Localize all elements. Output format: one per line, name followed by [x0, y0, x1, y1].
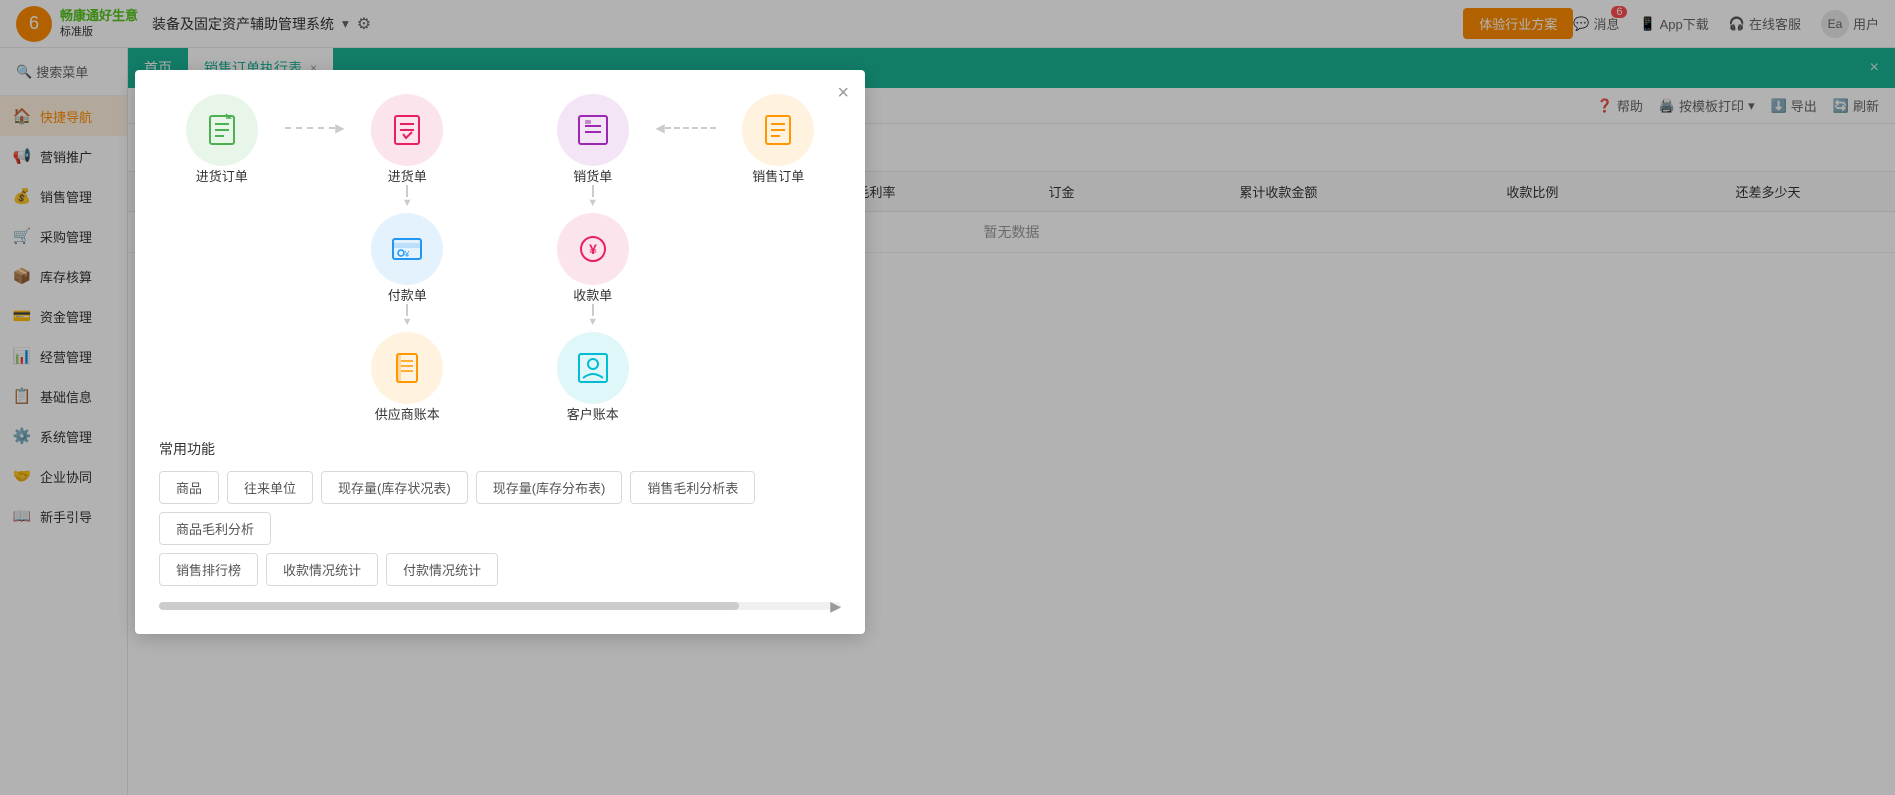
flow-node-supplier-book: 供应商账本 [345, 332, 471, 423]
receive-icon[interactable]: ¥ [557, 213, 629, 285]
func-btn-product[interactable]: 商品 [159, 471, 219, 504]
purchase-bill-icon[interactable] [371, 94, 443, 166]
common-functions-title: 常用功能 [159, 439, 841, 459]
supplier-book-label: 供应商账本 [375, 404, 440, 423]
customer-book-icon[interactable] [557, 332, 629, 404]
flow-arrows-row-2: ▼ ▼ [159, 304, 841, 332]
arrow-h-1: ▶ [285, 121, 345, 159]
common-functions: 常用功能 商品 往来单位 现存量(库存状况表) 现存量(库存分布表) 销售毛利分… [159, 439, 841, 586]
arrow-h-2: ◀ [656, 121, 716, 159]
payment-svg: ¥ [389, 231, 425, 267]
customer-book-label: 客户账本 [567, 404, 619, 423]
func-buttons-row-1: 商品 往来单位 现存量(库存状况表) 现存量(库存分布表) 销售毛利分析表 商品… [159, 471, 841, 545]
spacer-1 [470, 128, 530, 152]
func-btn-payment-stats[interactable]: 付款情况统计 [386, 553, 498, 586]
modal-scrollbar[interactable]: ▶ [159, 602, 841, 610]
purchase-bill-label: 进货单 [388, 166, 427, 185]
flow-row-3: 供应商账本 客户账本 [159, 332, 841, 423]
supplier-book-svg [389, 350, 425, 386]
flow-node-sale-order: 销售订单 [716, 94, 842, 185]
flow-row-1: 进货订单 ▶ 进货单 销货单 [159, 94, 841, 185]
purchase-bill-svg [389, 112, 425, 148]
v-arrow-receive: ▼ [530, 304, 656, 328]
payment-label: 付款单 [388, 285, 427, 304]
modal-close-btn[interactable]: × [837, 82, 849, 105]
purchase-order-label: 进货订单 [196, 166, 248, 185]
func-btn-sales-rank[interactable]: 销售排行榜 [159, 553, 258, 586]
v-arrow-purchase: ▼ [345, 185, 471, 209]
flow-row-2: ¥ 付款单 ¥ 收款单 [159, 213, 841, 304]
flow-node-payment: ¥ 付款单 [345, 213, 471, 304]
func-btn-stock-status[interactable]: 现存量(库存状况表) [321, 471, 468, 504]
modal-overlay[interactable]: × 进货订单 ▶ 进货单 [0, 0, 1895, 795]
sale-order-label: 销售订单 [752, 166, 804, 185]
sale-bill-svg [575, 112, 611, 148]
func-btn-product-margin[interactable]: 商品毛利分析 [159, 512, 271, 545]
supplier-book-icon[interactable] [371, 332, 443, 404]
receive-label: 收款单 [573, 285, 612, 304]
sale-bill-icon[interactable] [557, 94, 629, 166]
purchase-order-icon[interactable] [186, 94, 258, 166]
func-btn-stock-dist[interactable]: 现存量(库存分布表) [476, 471, 623, 504]
flow-node-purchase-order: 进货订单 [159, 94, 285, 185]
sale-order-svg [760, 112, 796, 148]
sale-bill-label: 销货单 [573, 166, 612, 185]
flow-node-receive: ¥ 收款单 [530, 213, 656, 304]
sale-order-icon[interactable] [742, 94, 814, 166]
flow-arrows-row: ▼ ▼ [159, 185, 841, 213]
svg-text:¥: ¥ [404, 250, 410, 259]
purchase-order-svg [204, 112, 240, 148]
receive-svg: ¥ [575, 231, 611, 267]
v-arrow-sale: ▼ [530, 185, 656, 209]
func-btn-partner[interactable]: 往来单位 [227, 471, 313, 504]
customer-book-svg [575, 350, 611, 386]
flow-node-sale-bill: 销货单 [530, 94, 656, 185]
modal-dialog: × 进货订单 ▶ 进货单 [135, 70, 865, 634]
func-btn-sales-margin[interactable]: 销售毛利分析表 [630, 471, 755, 504]
func-btn-receive-stats[interactable]: 收款情况统计 [266, 553, 378, 586]
v-arrow-payment: ▼ [345, 304, 471, 328]
svg-text:¥: ¥ [589, 241, 597, 257]
flow-node-customer-book: 客户账本 [530, 332, 656, 423]
flow-node-purchase-bill: 进货单 [345, 94, 471, 185]
scrollbar-right-arrow[interactable]: ▶ [830, 598, 841, 615]
func-buttons-row-2: 销售排行榜 收款情况统计 付款情况统计 [159, 553, 841, 586]
payment-icon[interactable]: ¥ [371, 213, 443, 285]
modal-scrollbar-thumb[interactable] [159, 602, 739, 610]
